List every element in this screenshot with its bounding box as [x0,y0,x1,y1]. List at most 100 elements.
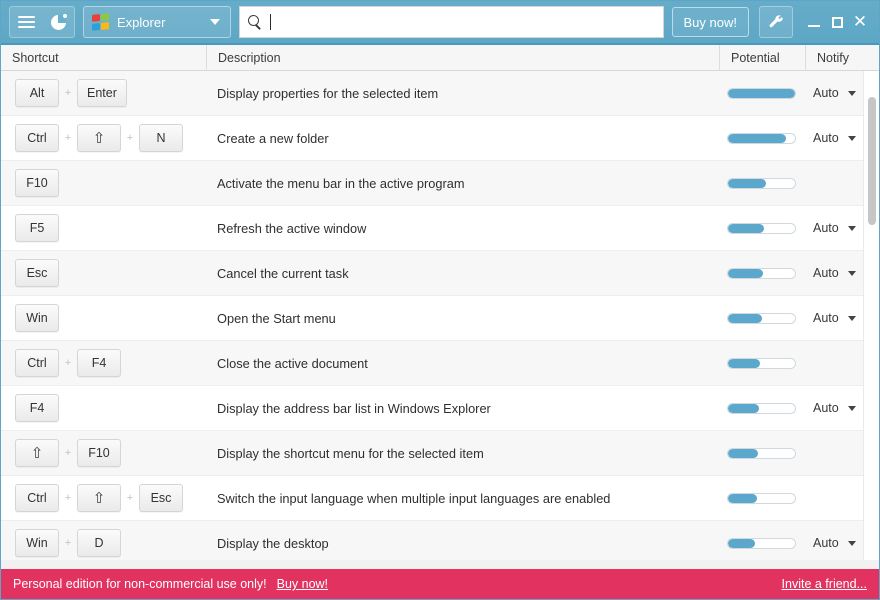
key-separator: + [64,537,72,549]
potential-bar [727,177,796,189]
shortcut-keys: Win + D [1,529,206,557]
table-row[interactable]: ⇧ + F10 Display the shortcut menu for the s… [1,431,879,476]
chevron-down-icon [847,225,856,231]
shortcut-keys: F10 [1,169,206,197]
maximize-button[interactable] [830,14,844,30]
table-row[interactable]: Ctrl + ⇧ + Esc Switch the input language when… [1,476,879,521]
shortcut-description: Display the shortcut menu for the select… [217,445,484,461]
table-row[interactable]: Ctrl + F4 Close the active document [1,341,879,386]
potential-cell [719,87,805,99]
potential-bar [727,267,796,279]
profile-dropdown[interactable]: Explorer [83,6,231,38]
chevron-down-icon [847,315,856,321]
vertical-scrollbar[interactable] [863,71,879,560]
shortcut-description: Close the active document [217,355,368,371]
close-button[interactable]: ✕ [852,11,868,32]
settings-button[interactable] [759,6,793,38]
column-header-shortcut[interactable]: Shortcut [1,45,206,71]
potential-cell [719,132,805,144]
potential-bar [727,222,796,234]
potential-bar [727,87,796,99]
close-icon: ✕ [852,11,868,32]
notify-label: Auto [813,311,839,325]
wrench-icon [769,14,783,27]
potential-bar-fill [728,358,761,368]
table-row[interactable]: Esc Cancel the current task Auto [1,251,879,296]
chevron-down-icon [847,90,856,96]
window-controls: ✕ [807,11,871,32]
potential-cell [719,177,805,189]
shortcut-description: Display properties for the selected item [217,85,439,101]
shortcut-description: Switch the input language when multiple … [217,490,611,506]
potential-bar-fill [728,493,757,503]
notify-label: Auto [813,86,839,100]
potential-bar-fill [728,448,759,458]
key-cap: ⇧ [15,439,59,467]
statistics-button[interactable] [42,7,74,37]
shortcut-keys: Ctrl + ⇧ + Esc [1,484,206,512]
key-separator: + [64,492,72,504]
potential-bar-fill [728,313,762,323]
notify-label: Auto [813,221,839,235]
key-cap: N [139,124,183,152]
toolbar: Explorer Buy now! ✕ [1,1,879,45]
potential-cell [719,222,805,234]
table-row[interactable]: F10 Activate the menu bar in the active p… [1,161,879,206]
text-cursor [270,14,271,30]
shortcut-keys: F5 [1,214,206,242]
potential-cell [719,537,805,549]
table-row[interactable]: Ctrl + ⇧ + N Create a new folder Auto [1,116,879,161]
shortcut-keys: F4 [1,394,206,422]
key-cap: Ctrl [15,484,59,512]
potential-bar-fill [728,178,766,188]
table-row[interactable]: F4 Display the address bar list in Window… [1,386,879,431]
key-separator: + [126,492,134,504]
potential-bar [727,447,796,459]
chevron-down-icon [847,270,856,276]
column-header-description[interactable]: Description [206,44,719,71]
banner-buy-link[interactable]: Buy now! [277,577,328,591]
key-cap: Esc [15,259,59,287]
search-icon [248,15,262,29]
potential-bar [727,312,796,324]
potential-bar [727,402,796,414]
hamburger-icon [17,15,35,29]
potential-bar-fill [728,88,795,98]
notify-label: Auto [813,401,839,415]
key-separator: + [126,132,134,144]
table-row[interactable]: F5 Refresh the active window Auto [1,206,879,251]
column-header-notify[interactable]: Notify [805,44,879,71]
shortcut-description: Create a new folder [217,130,329,146]
menu-button[interactable] [10,7,42,37]
minimize-button[interactable] [807,14,821,30]
potential-bar [727,492,796,504]
key-cap: F10 [77,439,121,467]
table-row[interactable]: Win + D Display the desktop Auto [1,521,879,560]
buy-now-button[interactable]: Buy now! [671,7,749,37]
shortcut-keys: Alt + Enter [1,79,206,107]
invite-friend-link[interactable]: Invite a friend... [782,577,867,591]
potential-cell [719,492,805,504]
table-row[interactable]: Alt + Enter Display properties for the sele… [1,71,879,116]
search-box[interactable] [239,6,664,38]
potential-cell [719,357,805,369]
license-message: Personal edition for non-commercial use … [13,577,267,591]
chevron-down-icon [847,540,856,546]
key-separator: + [64,447,72,459]
potential-bar [727,537,796,549]
scrollbar-thumb[interactable] [868,97,876,225]
potential-bar [727,357,796,369]
potential-bar-fill [728,223,765,233]
shortcut-keys: ⇧ + F10 [1,439,206,467]
license-banner: Personal edition for non-commercial use … [1,569,879,599]
potential-cell [719,312,805,324]
profile-label: Explorer [117,14,166,30]
potential-bar-fill [728,538,755,548]
shortcut-keys: Esc [1,259,206,287]
minimize-icon [808,24,820,27]
notify-label: Auto [813,536,839,550]
column-header-potential[interactable]: Potential [719,44,805,71]
key-separator: + [64,132,72,144]
table-row[interactable]: Win Open the Start menu Auto [1,296,879,341]
potential-cell [719,267,805,279]
